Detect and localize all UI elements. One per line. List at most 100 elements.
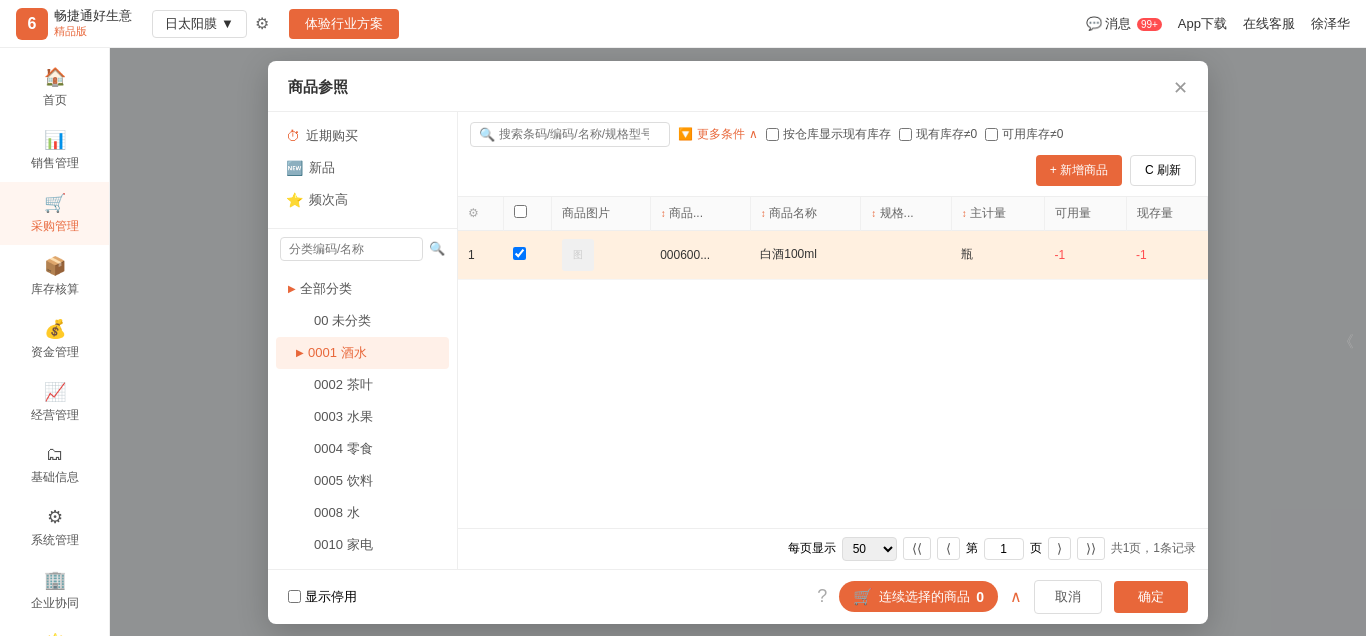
footer-collapse-icon[interactable]: ∧ <box>1010 587 1022 606</box>
left-tab-label: 新品 <box>309 159 335 177</box>
left-tab-icon: ⏱ <box>286 128 300 144</box>
caret-icon: ▶ <box>288 283 296 294</box>
logo-line2: 精品版 <box>54 24 132 39</box>
category-item[interactable]: ▶0001 酒水 <box>276 337 449 369</box>
left-panel: ⏱近期购买🆕新品⭐频次高 🔍 《 ▶全部分类00 未分类▶0001 酒水0002… <box>268 112 458 569</box>
filter-button[interactable]: 🔽 更多条件 ∧ <box>678 126 758 143</box>
left-tab-新品[interactable]: 🆕 新品 <box>276 152 449 184</box>
cart-label: 连续选择的商品 <box>879 588 970 606</box>
nav-right: 💬 消息 99+ App下载 在线客服 徐泽华 <box>1086 15 1350 33</box>
cart-area[interactable]: 🛒 连续选择的商品 0 <box>839 581 998 612</box>
add-product-button[interactable]: + 新增商品 <box>1036 155 1122 186</box>
sidebar-item-新手引导[interactable]: 🌟新手引导 <box>0 622 109 636</box>
th-stock: 现存量 <box>1126 197 1207 231</box>
top-nav: 6 畅捷通好生意 精品版 日太阳膜 ▼ ⚙ 体验行业方案 💬 消息 99+ Ap… <box>0 0 1366 48</box>
category-item[interactable]: 0004 零食 <box>276 433 449 465</box>
td-name: 白酒100ml <box>750 230 861 279</box>
sidebar-item-经营管理[interactable]: 📈经营管理 <box>0 371 109 434</box>
sidebar-item-库存核算[interactable]: 📦库存核算 <box>0 245 109 308</box>
refresh-button[interactable]: C 刷新 <box>1130 155 1196 186</box>
category-item[interactable]: 0003 水果 <box>276 401 449 433</box>
category-item[interactable]: ▶全部分类 <box>276 273 449 305</box>
page-number-input[interactable] <box>984 538 1024 560</box>
table-area: ⚙ 商品图片 ↕ 商品... ↕ 商品名称 ↕ 规格... ↕ 主计量 可用量 <box>458 197 1208 528</box>
per-page-select[interactable]: 50 10 20 100 <box>842 537 897 561</box>
prev-page-button[interactable]: ⟨ <box>937 537 960 560</box>
checkbox-stock-ne[interactable]: 现有库存≠0 <box>899 126 977 143</box>
sidebar-item-基础信息[interactable]: 🗂基础信息 <box>0 434 109 496</box>
sidebar-label: 资金管理 <box>31 344 79 361</box>
sidebar-icon: 💰 <box>44 318 66 340</box>
sidebar-item-销售管理[interactable]: 📊 销售管理 <box>0 119 109 182</box>
show-disabled-checkbox[interactable]: 显示停用 <box>288 588 357 606</box>
left-tab-icon: 🆕 <box>286 160 303 176</box>
sidebar-item-首页[interactable]: 🏠首页 <box>0 56 109 119</box>
category-item[interactable]: 0005 饮料 <box>276 465 449 497</box>
nav-online-service[interactable]: 在线客服 <box>1243 15 1295 33</box>
sidebar-item-资金管理[interactable]: 💰 资金管理 <box>0 308 109 371</box>
category-item[interactable]: 0002 茶叶 <box>276 369 449 401</box>
product-image: 图 <box>562 239 594 271</box>
checkbox-available-ne[interactable]: 可用库存≠0 <box>985 126 1063 143</box>
th-gear[interactable]: ⚙ <box>458 197 503 231</box>
category-item[interactable]: 0010 家电 <box>276 529 449 561</box>
modal: 商品参照 ✕ ⏱近期购买🆕新品⭐频次高 🔍 《 <box>268 61 1208 624</box>
left-tab-label: 近期购买 <box>306 127 358 145</box>
category-item[interactable]: 0008 水 <box>276 497 449 529</box>
td-stock: -1 <box>1126 230 1207 279</box>
sidebar-label: 首页 <box>43 92 67 109</box>
th-code: ↕ 商品... <box>650 197 750 231</box>
logo-area: 6 畅捷通好生意 精品版 <box>16 8 132 40</box>
last-page-button[interactable]: ⟩⟩ <box>1077 537 1105 560</box>
category-label: 0008 水 <box>314 504 360 522</box>
sidebar-icon: 📊 <box>44 129 66 151</box>
modal-title: 商品参照 <box>288 78 348 97</box>
left-tab-icon: ⭐ <box>286 192 303 208</box>
help-icon[interactable]: ? <box>817 586 827 607</box>
sidebar-label: 系统管理 <box>31 532 79 549</box>
gear-icon[interactable]: ⚙ <box>255 14 269 33</box>
chevron-down-icon: ▼ <box>221 16 234 31</box>
page-unit: 页 <box>1030 540 1042 557</box>
td-checkbox <box>503 230 552 279</box>
left-tab-近期购买[interactable]: ⏱ 近期购买 <box>276 120 449 152</box>
nav-app-download[interactable]: App下载 <box>1178 15 1227 33</box>
modal-close-button[interactable]: ✕ <box>1173 77 1188 99</box>
category-label: 0010 家电 <box>314 536 373 554</box>
category-search-input[interactable] <box>280 237 423 261</box>
left-panel-tabs: ⏱ 近期购买🆕 新品 ⭐ 频次高 <box>268 120 457 216</box>
th-name: ↕ 商品名称 <box>750 197 861 231</box>
left-tab-label: 频次高 <box>309 191 348 209</box>
category-label: 00 未分类 <box>314 312 371 330</box>
first-page-button[interactable]: ⟨⟨ <box>903 537 931 560</box>
right-panel: 🔍 🔽 更多条件 ∧ 按仓库显示现有库存 <box>458 112 1208 569</box>
sidebar-item-采购管理[interactable]: 🛒采购管理 <box>0 182 109 245</box>
category-item[interactable]: 00 未分类 <box>276 305 449 337</box>
cancel-button[interactable]: 取消 <box>1034 580 1102 614</box>
td-spec <box>861 230 952 279</box>
cart-count: 0 <box>976 589 984 605</box>
nav-dropdown[interactable]: 日太阳膜 ▼ <box>152 10 247 38</box>
checkbox-warehouse[interactable]: 按仓库显示现有库存 <box>766 126 891 143</box>
select-all-checkbox[interactable] <box>514 205 527 218</box>
nav-message[interactable]: 💬 消息 99+ <box>1086 15 1162 33</box>
sidebar-label: 经营管理 <box>31 407 79 424</box>
sidebar-item-系统管理[interactable]: ⚙系统管理 <box>0 496 109 559</box>
product-search-input[interactable] <box>499 127 649 141</box>
category-label: 0005 饮料 <box>314 472 373 490</box>
nav-user[interactable]: 徐泽华 <box>1311 15 1350 33</box>
industry-btn[interactable]: 体验行业方案 <box>289 9 399 39</box>
sidebar-label: 销售管理 <box>31 155 79 172</box>
confirm-button[interactable]: 确定 <box>1114 581 1188 613</box>
table-row[interactable]: 1 图 000600... 白酒100ml 瓶 -1 -1 <box>458 230 1208 279</box>
table-header-row: ⚙ 商品图片 ↕ 商品... ↕ 商品名称 ↕ 规格... ↕ 主计量 可用量 <box>458 197 1208 231</box>
sidebar-item-企业协同[interactable]: 🏢企业协同 <box>0 559 109 622</box>
category-label: 0002 茶叶 <box>314 376 373 394</box>
row-checkbox[interactable] <box>513 247 526 260</box>
caret-icon: ▶ <box>296 347 304 358</box>
category-search-icon[interactable]: 🔍 <box>429 241 445 256</box>
left-tab-频次高[interactable]: ⭐ 频次高 <box>276 184 449 216</box>
th-spec: ↕ 规格... <box>861 197 952 231</box>
modal-body: ⏱近期购买🆕新品⭐频次高 🔍 《 ▶全部分类00 未分类▶0001 酒水0002… <box>268 112 1208 569</box>
next-page-button[interactable]: ⟩ <box>1048 537 1071 560</box>
